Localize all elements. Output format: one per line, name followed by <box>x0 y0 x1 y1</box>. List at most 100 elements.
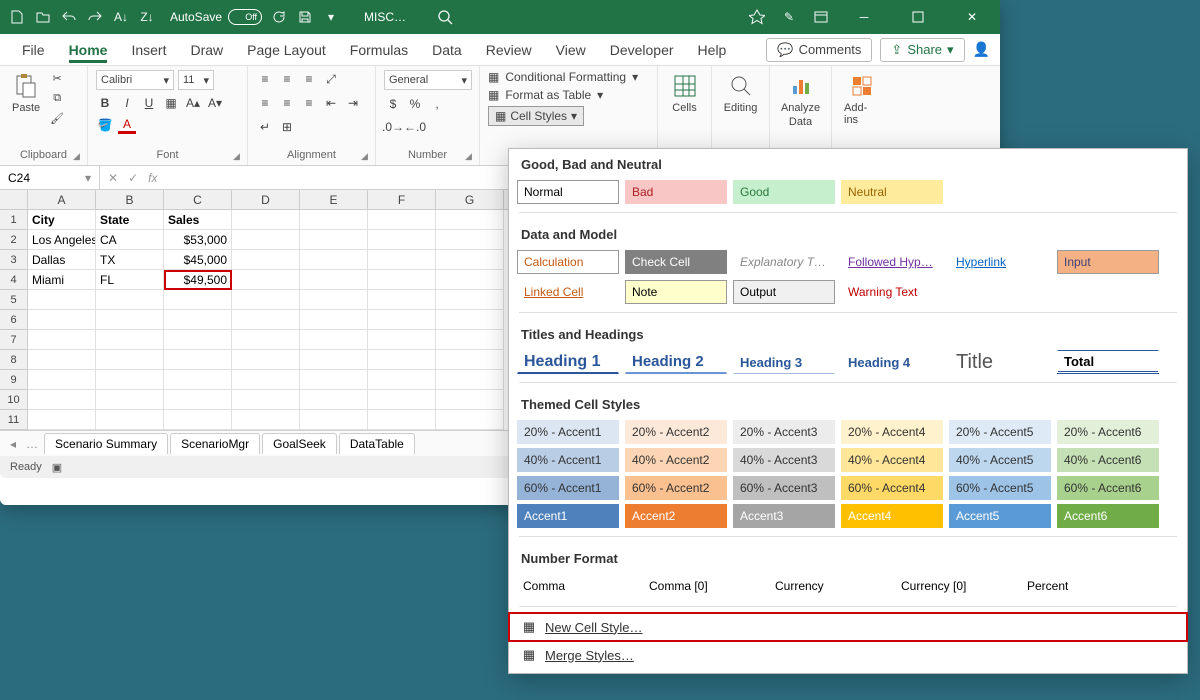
style-swatch[interactable]: Total <box>1057 350 1159 374</box>
sheet-tab[interactable]: ScenarioMgr <box>170 433 260 454</box>
cell[interactable]: $49,500 <box>164 270 232 290</box>
copy-icon[interactable]: ⧉ <box>48 90 66 106</box>
brush-icon[interactable]: ✎ <box>780 8 798 26</box>
style-swatch[interactable]: 40% - Accent5 <box>949 448 1051 472</box>
undo-icon[interactable] <box>60 8 78 26</box>
sheet-nav-prev[interactable]: ◂ <box>6 437 20 451</box>
name-box[interactable]: C24 ▾ <box>0 166 100 189</box>
cell[interactable]: City <box>28 210 96 230</box>
style-swatch[interactable]: Output <box>733 280 835 304</box>
cell[interactable] <box>436 370 504 390</box>
italic-button[interactable]: I <box>118 94 136 112</box>
number-format-select[interactable]: General▾ <box>384 70 472 90</box>
sheet-nav-ellipsis[interactable]: … <box>22 437 42 451</box>
cell[interactable]: Miami <box>28 270 96 290</box>
border-button[interactable]: ▦ <box>162 94 180 112</box>
style-swatch[interactable]: Bad <box>625 180 727 204</box>
cell[interactable] <box>164 330 232 350</box>
row-header[interactable]: 11 <box>0 410 28 430</box>
cell[interactable] <box>28 350 96 370</box>
style-swatch[interactable]: 40% - Accent1 <box>517 448 619 472</box>
cell[interactable] <box>368 230 436 250</box>
style-swatch[interactable]: 40% - Accent2 <box>625 448 727 472</box>
tab-help[interactable]: Help <box>686 34 739 65</box>
accounting-icon[interactable]: $ <box>384 95 402 113</box>
cell[interactable] <box>96 290 164 310</box>
cell[interactable] <box>232 370 300 390</box>
cell[interactable] <box>96 410 164 430</box>
cell[interactable] <box>368 210 436 230</box>
cell[interactable] <box>300 270 368 290</box>
style-swatch[interactable]: Check Cell <box>625 250 727 274</box>
cell[interactable] <box>368 390 436 410</box>
column-header[interactable]: G <box>436 190 504 209</box>
cell[interactable] <box>300 290 368 310</box>
font-size-select[interactable]: 11▾ <box>178 70 214 90</box>
style-swatch[interactable]: 60% - Accent4 <box>841 476 943 500</box>
increase-font-icon[interactable]: A▴ <box>184 94 202 112</box>
cell[interactable] <box>368 410 436 430</box>
style-swatch[interactable]: 20% - Accent5 <box>949 420 1051 444</box>
format-painter-icon[interactable]: 🖌 <box>48 110 66 126</box>
style-swatch[interactable]: Accent5 <box>949 504 1051 528</box>
autosave-toggle[interactable]: AutoSave Off <box>170 9 262 25</box>
row-header[interactable]: 6 <box>0 310 28 330</box>
qat-more-icon[interactable]: ▾ <box>322 8 340 26</box>
cell[interactable] <box>368 310 436 330</box>
indent-inc-icon[interactable]: ⇥ <box>344 94 362 112</box>
maximize-button[interactable] <box>898 0 938 34</box>
conditional-formatting-button[interactable]: ▦ Conditional Formatting▾ <box>488 70 638 84</box>
font-color-button[interactable]: A <box>118 116 136 134</box>
style-swatch[interactable]: Neutral <box>841 180 943 204</box>
style-swatch[interactable]: Accent4 <box>841 504 943 528</box>
column-header[interactable]: A <box>28 190 96 209</box>
cell[interactable] <box>436 390 504 410</box>
ribbon-display-icon[interactable] <box>812 8 830 26</box>
decrease-font-icon[interactable]: A▾ <box>206 94 224 112</box>
style-swatch[interactable]: Title <box>949 350 1051 374</box>
clipboard-dialog-launcher[interactable]: ◢ <box>73 151 85 163</box>
premium-icon[interactable] <box>748 8 766 26</box>
style-swatch[interactable]: Heading 3 <box>733 350 835 374</box>
accept-formula-icon[interactable]: ✓ <box>128 171 138 185</box>
tab-view[interactable]: View <box>544 34 598 65</box>
indent-dec-icon[interactable]: ⇤ <box>322 94 340 112</box>
cut-icon[interactable]: ✂ <box>48 70 66 86</box>
style-swatch[interactable]: 60% - Accent6 <box>1057 476 1159 500</box>
style-swatch[interactable]: Note <box>625 280 727 304</box>
cell[interactable] <box>96 350 164 370</box>
refresh-icon[interactable] <box>270 8 288 26</box>
redo-icon[interactable] <box>86 8 104 26</box>
column-header[interactable]: F <box>368 190 436 209</box>
cell[interactable] <box>368 270 436 290</box>
cell[interactable] <box>300 390 368 410</box>
account-icon[interactable]: 👤 <box>973 41 990 58</box>
style-swatch[interactable]: Hyperlink <box>949 250 1051 274</box>
minimize-button[interactable]: ─ <box>844 0 884 34</box>
save-icon[interactable] <box>296 8 314 26</box>
style-swatch[interactable]: Heading 4 <box>841 350 943 374</box>
sort-az-icon[interactable]: A↓ <box>112 8 130 26</box>
cell[interactable] <box>232 210 300 230</box>
number-format-item[interactable]: Percent <box>1021 574 1141 598</box>
style-swatch[interactable]: 40% - Accent3 <box>733 448 835 472</box>
row-header[interactable]: 2 <box>0 230 28 250</box>
align-left-icon[interactable]: ≡ <box>256 94 274 112</box>
row-header[interactable]: 8 <box>0 350 28 370</box>
new-file-icon[interactable] <box>8 8 26 26</box>
fill-color-button[interactable]: 🪣 <box>96 116 114 134</box>
style-swatch[interactable]: Linked Cell <box>517 280 619 304</box>
tab-insert[interactable]: Insert <box>119 34 178 65</box>
cell[interactable] <box>28 310 96 330</box>
cell[interactable] <box>436 330 504 350</box>
sort-za-icon[interactable]: Z↓ <box>138 8 156 26</box>
tab-developer[interactable]: Developer <box>598 34 686 65</box>
font-dialog-launcher[interactable]: ◢ <box>233 151 245 163</box>
cell[interactable] <box>28 370 96 390</box>
cell[interactable] <box>368 330 436 350</box>
orientation-icon[interactable]: ⤢ <box>322 70 340 88</box>
tab-data[interactable]: Data <box>420 34 474 65</box>
cell[interactable] <box>232 410 300 430</box>
cell[interactable]: $53,000 <box>164 230 232 250</box>
cell[interactable] <box>368 250 436 270</box>
